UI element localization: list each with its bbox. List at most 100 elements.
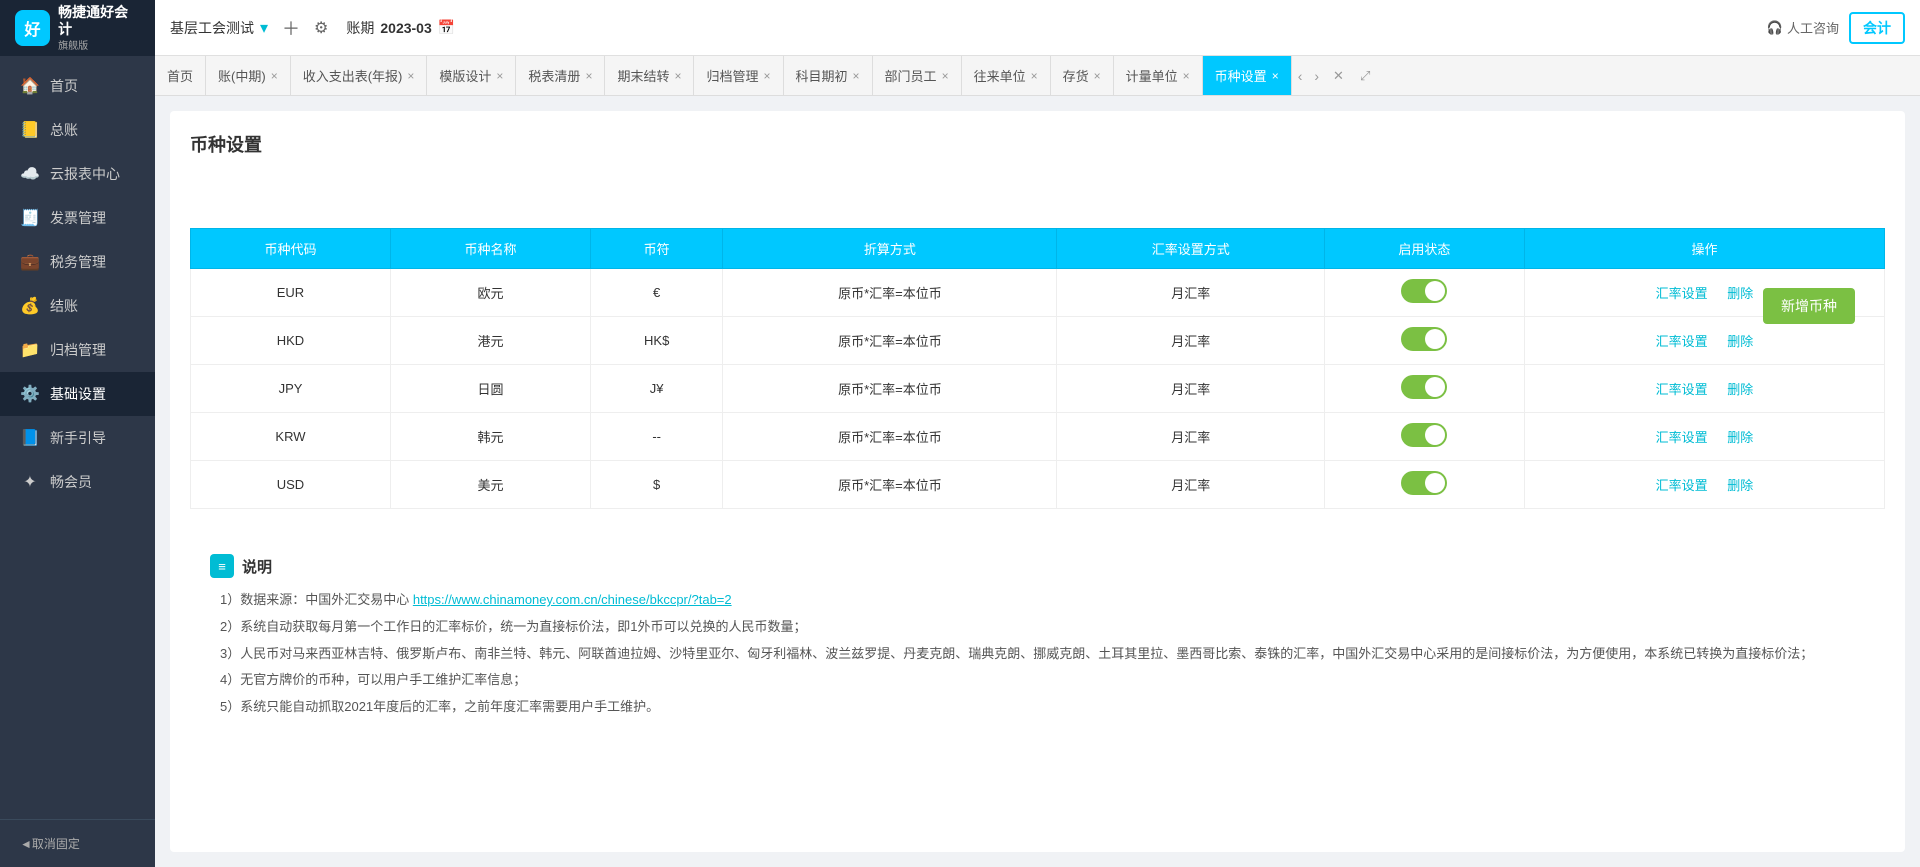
- rate-setting-link-1[interactable]: 汇率设置: [1656, 334, 1708, 349]
- pin-toggle[interactable]: ◄取消固定: [0, 819, 155, 867]
- sidebar-item-cloud-report[interactable]: ☁️ 云报表中心: [0, 152, 155, 196]
- table-row: USD 美元 $ 原币*汇率=本位币 月汇率 汇率设置 删除: [191, 461, 1885, 509]
- tab-dept[interactable]: 部门员工 ×: [873, 56, 962, 96]
- sidebar-nav: 🏠 首页 📒 总账 ☁️ 云报表中心 🧾 发票管理 💼 税务管理 💰 结账 📁 …: [0, 56, 155, 819]
- notes-item: 3）人民币对马来西亚林吉特、俄罗斯卢布、南非兰特、韩元、阿联酋迪拉姆、沙特里亚尔…: [220, 644, 1865, 665]
- col-action: 操作: [1524, 229, 1884, 269]
- enabled-toggle-1[interactable]: [1401, 327, 1447, 351]
- tab-subject-label: 科目期初: [796, 66, 848, 85]
- chinamoney-link[interactable]: https://www.chinamoney.com.cn/chinese/bk…: [413, 592, 732, 607]
- sidebar-item-settings[interactable]: ⚙️ 基础设置: [0, 372, 155, 416]
- tab-tax-close[interactable]: ×: [585, 69, 592, 83]
- new-currency-button[interactable]: 新增币种: [1763, 288, 1855, 324]
- tab-inventory[interactable]: 存货 ×: [1051, 56, 1114, 96]
- tax-icon: 💼: [20, 252, 40, 272]
- cell-calc-3: 原币*汇率=本位币: [723, 413, 1057, 461]
- tab-next-button[interactable]: ›: [1308, 68, 1325, 84]
- sidebar-item-ledger[interactable]: 📒 总账: [0, 108, 155, 152]
- enabled-toggle-2[interactable]: [1401, 375, 1447, 399]
- tab-prev-button[interactable]: ‹: [1292, 68, 1309, 84]
- toggle-circle-0: [1425, 281, 1445, 301]
- add-tab-button[interactable]: ＋: [278, 15, 304, 41]
- content-area: 币种设置 新增币种 币种代码 币种名称 币符 折算方式 汇率设置方式 启用状态 …: [170, 111, 1905, 852]
- rate-setting-link-0[interactable]: 汇率设置: [1656, 286, 1708, 301]
- tab-period-label: 账(中期): [218, 66, 266, 85]
- tab-currency-close[interactable]: ×: [1272, 69, 1279, 83]
- tab-home[interactable]: 首页: [155, 56, 206, 96]
- sidebar-item-guide[interactable]: 📘 新手引导: [0, 416, 155, 460]
- tab-partners[interactable]: 往来单位 ×: [962, 56, 1051, 96]
- enabled-toggle-4[interactable]: [1401, 471, 1447, 495]
- tab-template-close[interactable]: ×: [496, 69, 503, 83]
- cell-action-4: 汇率设置 删除: [1524, 461, 1884, 509]
- tab-income-report[interactable]: 收入支出表(年报) ×: [291, 56, 428, 96]
- cell-toggle-3[interactable]: [1324, 413, 1524, 461]
- sidebar-item-tax[interactable]: 💼 税务管理: [0, 240, 155, 284]
- tab-template-label: 模版设计: [439, 66, 491, 85]
- calendar-icon[interactable]: 📅: [438, 19, 455, 36]
- tab-income-close[interactable]: ×: [407, 69, 414, 83]
- tab-currency[interactable]: 币种设置 ×: [1203, 56, 1292, 96]
- help-button[interactable]: 🎧 人工咨询: [1767, 18, 1839, 37]
- cell-name-1: 港元: [390, 317, 590, 365]
- toggle-circle-3: [1425, 425, 1445, 445]
- col-name: 币种名称: [390, 229, 590, 269]
- tab-tax-book[interactable]: 税表清册 ×: [516, 56, 605, 96]
- tab-period-close-account[interactable]: 期末结转 ×: [605, 56, 694, 96]
- cell-toggle-1[interactable]: [1324, 317, 1524, 365]
- tab-archive-close[interactable]: ×: [764, 69, 771, 83]
- delete-link-2[interactable]: 删除: [1727, 382, 1753, 397]
- home-icon: 🏠: [20, 76, 40, 96]
- company-dropdown-icon[interactable]: ▾: [260, 18, 268, 38]
- sidebar-item-home[interactable]: 🏠 首页: [0, 64, 155, 108]
- cell-toggle-0[interactable]: [1324, 269, 1524, 317]
- delete-link-1[interactable]: 删除: [1727, 334, 1753, 349]
- notes-item: 1）数据来源：中国外汇交易中心 https://www.chinamoney.c…: [220, 590, 1865, 611]
- company-name: 基层工会测试: [170, 18, 254, 38]
- invoice-icon: 🧾: [20, 208, 40, 228]
- topbar: 基层工会测试 ▾ ＋ ⚙ 账期 2023-03 📅 🎧 人工咨询 会计: [155, 0, 1920, 56]
- tab-period[interactable]: 账(中期) ×: [206, 56, 291, 96]
- period-selector: 账期 2023-03 📅: [346, 18, 455, 38]
- tab-unit[interactable]: 计量单位 ×: [1114, 56, 1203, 96]
- settings-gear-icon[interactable]: ⚙: [314, 18, 328, 38]
- sidebar-item-close[interactable]: 💰 结账: [0, 284, 155, 328]
- tab-pc-close[interactable]: ×: [674, 69, 681, 83]
- rate-setting-link-2[interactable]: 汇率设置: [1656, 382, 1708, 397]
- cell-toggle-4[interactable]: [1324, 461, 1524, 509]
- tab-partners-close[interactable]: ×: [1031, 69, 1038, 83]
- cell-action-3: 汇率设置 删除: [1524, 413, 1884, 461]
- sidebar-item-invoice[interactable]: 🧾 发票管理: [0, 196, 155, 240]
- company-selector[interactable]: 基层工会测试 ▾: [170, 18, 268, 38]
- rate-setting-link-4[interactable]: 汇率设置: [1656, 478, 1708, 493]
- archive-icon: 📁: [20, 340, 40, 360]
- enabled-toggle-3[interactable]: [1401, 423, 1447, 447]
- account-button[interactable]: 会计: [1849, 12, 1905, 44]
- sidebar-item-label: 发票管理: [50, 208, 106, 228]
- app-sub: 旗舰版: [58, 37, 140, 52]
- sidebar-item-member[interactable]: ✦ 畅会员: [0, 460, 155, 504]
- sidebar-item-label: 结账: [50, 296, 78, 316]
- delete-link-3[interactable]: 删除: [1727, 430, 1753, 445]
- tab-maximize-button[interactable]: ⤢: [1352, 68, 1378, 84]
- tab-unit-close[interactable]: ×: [1183, 69, 1190, 83]
- tab-close-all-button[interactable]: ✕: [1325, 68, 1352, 84]
- sidebar-item-archive[interactable]: 📁 归档管理: [0, 328, 155, 372]
- notes-item: 5）系统只能自动抓取2021年度后的汇率，之前年度汇率需要用户手工维护。: [220, 697, 1865, 718]
- tab-subject-init[interactable]: 科目期初 ×: [784, 56, 873, 96]
- delete-link-0[interactable]: 删除: [1727, 286, 1753, 301]
- tab-template[interactable]: 模版设计 ×: [427, 56, 516, 96]
- cell-action-2: 汇率设置 删除: [1524, 365, 1884, 413]
- delete-link-4[interactable]: 删除: [1727, 478, 1753, 493]
- tab-archive[interactable]: 归档管理 ×: [694, 56, 783, 96]
- cell-toggle-2[interactable]: [1324, 365, 1524, 413]
- tab-subject-close[interactable]: ×: [853, 69, 860, 83]
- cell-symbol-3: --: [590, 413, 722, 461]
- tab-inventory-label: 存货: [1063, 66, 1089, 85]
- cell-calc-1: 原币*汇率=本位币: [723, 317, 1057, 365]
- enabled-toggle-0[interactable]: [1401, 279, 1447, 303]
- tab-dept-close[interactable]: ×: [942, 69, 949, 83]
- tab-period-close[interactable]: ×: [271, 69, 278, 83]
- tab-inventory-close[interactable]: ×: [1094, 69, 1101, 83]
- rate-setting-link-3[interactable]: 汇率设置: [1656, 430, 1708, 445]
